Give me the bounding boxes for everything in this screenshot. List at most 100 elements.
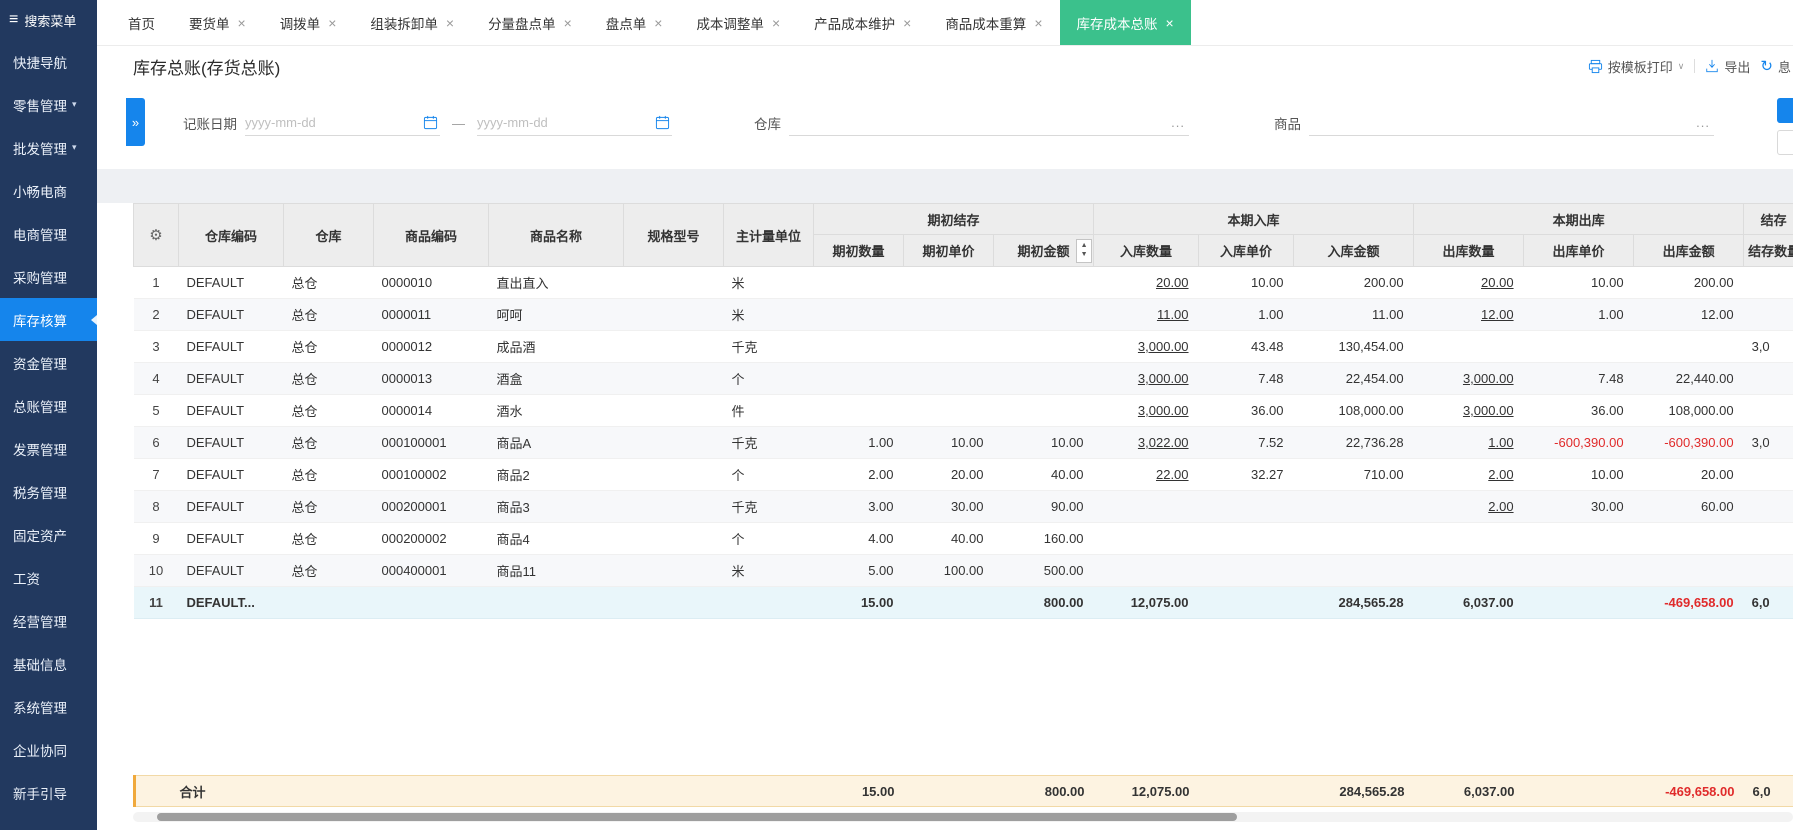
sidebar-item[interactable]: 电商管理 <box>0 212 97 255</box>
column-header[interactable]: 期初金额 ▲ ▼ <box>992 234 1095 267</box>
query-button[interactable] <box>1777 98 1793 123</box>
sidebar-item[interactable]: 总账管理 <box>0 384 97 427</box>
sort-spinner[interactable]: ▲ ▼ <box>1076 238 1093 263</box>
tab-close-icon[interactable]: × <box>1034 16 1042 30</box>
table-row[interactable]: 7 DEFAULT 总仓 000100002 商品2 个 2.00 20.00 40.00 22.… <box>133 458 1793 491</box>
calendar-icon[interactable] <box>655 115 670 133</box>
sidebar-item[interactable]: 库存核算 <box>0 298 97 341</box>
export-button[interactable]: 导出 <box>1705 57 1750 76</box>
tab[interactable]: 要货单 × <box>172 0 263 45</box>
tab[interactable]: 库存成本总账 × <box>1059 0 1191 45</box>
table-row[interactable]: 6 DEFAULT 总仓 000100001 商品A 千克 1.00 10.00 10.00 3,… <box>133 426 1793 459</box>
sidebar-item[interactable]: 发票管理 <box>0 427 97 470</box>
drilldown-link[interactable]: 20.00 <box>1093 266 1199 299</box>
calendar-icon[interactable] <box>423 115 438 133</box>
product-picker-button[interactable]: ... <box>1696 115 1710 130</box>
drilldown-link[interactable]: 20.00 <box>1413 266 1524 299</box>
column-header[interactable]: 入库金额 <box>1293 234 1415 267</box>
product-input[interactable] <box>1309 110 1714 136</box>
drilldown-link[interactable]: 3,000.00 <box>1093 394 1199 427</box>
drilldown-link[interactable]: 3,022.00 <box>1093 426 1199 459</box>
sidebar-search[interactable]: ≡ 搜索菜单 <box>0 0 97 40</box>
reset-button[interactable] <box>1777 130 1793 155</box>
drilldown-link[interactable]: 3,000.00 <box>1413 394 1524 427</box>
table-row[interactable]: 1 DEFAULT 总仓 0000010 直出直入米 20.00 10.00 200.00 20… <box>133 266 1793 299</box>
tab[interactable]: 分量盘点单 × <box>471 0 589 45</box>
sidebar-item[interactable]: 企业协同 <box>0 728 97 771</box>
sidebar-item[interactable]: 工资 <box>0 556 97 599</box>
drilldown-link[interactable]: 22.00 <box>1093 458 1199 491</box>
sidebar-item[interactable]: 固定资产 <box>0 513 97 556</box>
sidebar-item[interactable]: 资金管理 <box>0 341 97 384</box>
drilldown-link[interactable]: 1.00 <box>1413 426 1524 459</box>
table-row[interactable]: 4 DEFAULT 总仓 0000013 酒盒个 3,000.00 7.48 22,454.0… <box>133 362 1793 395</box>
tab-close-icon[interactable]: × <box>903 16 911 30</box>
column-header[interactable]: 出库数量 <box>1413 234 1525 267</box>
column-header[interactable]: 期初单价 <box>903 234 994 267</box>
column-header[interactable]: 主计量单位 <box>723 203 814 267</box>
drilldown-link[interactable]: 3,000.00 <box>1093 330 1199 363</box>
sidebar-item[interactable]: 采购管理 <box>0 255 97 298</box>
tab-close-icon[interactable]: × <box>654 16 662 30</box>
sidebar-item[interactable]: 基础信息 <box>0 642 97 685</box>
sidebar-item[interactable]: 零售管理 ▾ <box>0 83 97 126</box>
tab[interactable]: 首页 <box>111 0 172 45</box>
drilldown-link[interactable]: 12.00 <box>1413 298 1524 331</box>
column-header[interactable]: 出库金额 <box>1633 234 1745 267</box>
sort-desc-icon[interactable]: ▼ <box>1081 251 1088 260</box>
column-header[interactable]: 商品编码 <box>373 203 489 267</box>
sidebar-item[interactable]: 经营管理 <box>0 599 97 642</box>
sidebar-item[interactable]: 小畅电商 <box>0 169 97 212</box>
tab[interactable]: 组装拆卸单 × <box>353 0 471 45</box>
drilldown-link[interactable]: 2.00 <box>1413 490 1524 523</box>
sidebar-item[interactable]: 批发管理 ▾ <box>0 126 97 169</box>
sidebar-item[interactable]: 快捷导航 <box>0 40 97 83</box>
column-header[interactable]: 期初数量 <box>813 234 904 267</box>
warehouse-input[interactable] <box>789 110 1189 136</box>
drilldown-link[interactable]: 3,000.00 <box>1413 362 1524 395</box>
tab[interactable]: 成本调整单 × <box>679 0 797 45</box>
collapse-filter-button[interactable]: » <box>126 98 145 146</box>
date-to-input[interactable] <box>477 110 672 136</box>
gear-icon[interactable]: ⚙ <box>149 227 162 244</box>
tab[interactable]: 产品成本维护 × <box>797 0 928 45</box>
column-header[interactable]: 入库单价 <box>1198 234 1295 267</box>
tab-close-icon[interactable]: × <box>446 16 454 30</box>
table-row[interactable]: 9 DEFAULT 总仓 000200002 商品4 个 4.00 40.00 160.00 <box>133 522 1793 555</box>
table-row[interactable]: 10 DEFAULT 总仓 000400001 商品11 米 5.00 100.00 500.0… <box>133 554 1793 587</box>
column-settings-header[interactable]: ⚙ <box>133 203 179 267</box>
tab[interactable]: 调拨单 × <box>263 0 354 45</box>
table-row[interactable]: 11 DEFAULT... 15.00 800.00 12,075.00 284,565.… <box>133 586 1793 619</box>
print-by-template-button[interactable]: 按模板打印 ∨ <box>1588 57 1684 76</box>
horizontal-scrollbar-thumb[interactable] <box>157 813 1237 821</box>
sort-asc-icon[interactable]: ▲ <box>1081 242 1088 251</box>
tab-close-icon[interactable]: × <box>238 16 246 30</box>
drilldown-link[interactable]: 2.00 <box>1413 458 1524 491</box>
tab-close-icon[interactable]: × <box>328 16 336 30</box>
sidebar-item[interactable]: 税务管理 <box>0 470 97 513</box>
table-row[interactable]: 2 DEFAULT 总仓 0000011 呵呵米 11.00 1.00 11.00 12.00 1… <box>133 298 1793 331</box>
sidebar-item[interactable]: 系统管理 <box>0 685 97 728</box>
column-header[interactable]: 结存数量 <box>1743 234 1793 267</box>
tab[interactable]: 盘点单 × <box>589 0 680 45</box>
table-row[interactable]: 8 DEFAULT 总仓 000200001 商品3 千克 3.00 30.00 90.00 2.… <box>133 490 1793 523</box>
tab-close-icon[interactable]: × <box>564 16 572 30</box>
sidebar-item[interactable]: 新手引导 <box>0 771 97 814</box>
column-header[interactable]: 入库数量 <box>1093 234 1200 267</box>
column-header[interactable]: 商品名称 <box>488 203 624 267</box>
column-header[interactable]: 仓库编码 <box>178 203 284 267</box>
table-row[interactable]: 3 DEFAULT 总仓 0000012 成品酒 千克 3,000.00 43.48 130,4… <box>133 330 1793 363</box>
table-row[interactable]: 5 DEFAULT 总仓 0000014 酒水件 3,000.00 36.00 108,000… <box>133 394 1793 427</box>
drilldown-link[interactable]: 11.00 <box>1093 298 1199 331</box>
tab-close-icon[interactable]: × <box>772 16 780 30</box>
date-from-input[interactable] <box>245 110 440 136</box>
drilldown-link[interactable]: 3,000.00 <box>1093 362 1199 395</box>
tab-close-icon[interactable]: × <box>1166 16 1174 30</box>
column-header[interactable]: 出库单价 <box>1523 234 1635 267</box>
warehouse-picker-button[interactable]: ... <box>1171 115 1185 130</box>
horizontal-scrollbar[interactable] <box>133 812 1793 822</box>
refresh-button[interactable]: ↻ 息 <box>1760 57 1791 76</box>
column-header[interactable]: 规格型号 <box>623 203 724 267</box>
tab[interactable]: 商品成本重算 × <box>928 0 1059 45</box>
column-header[interactable]: 仓库 <box>283 203 374 267</box>
